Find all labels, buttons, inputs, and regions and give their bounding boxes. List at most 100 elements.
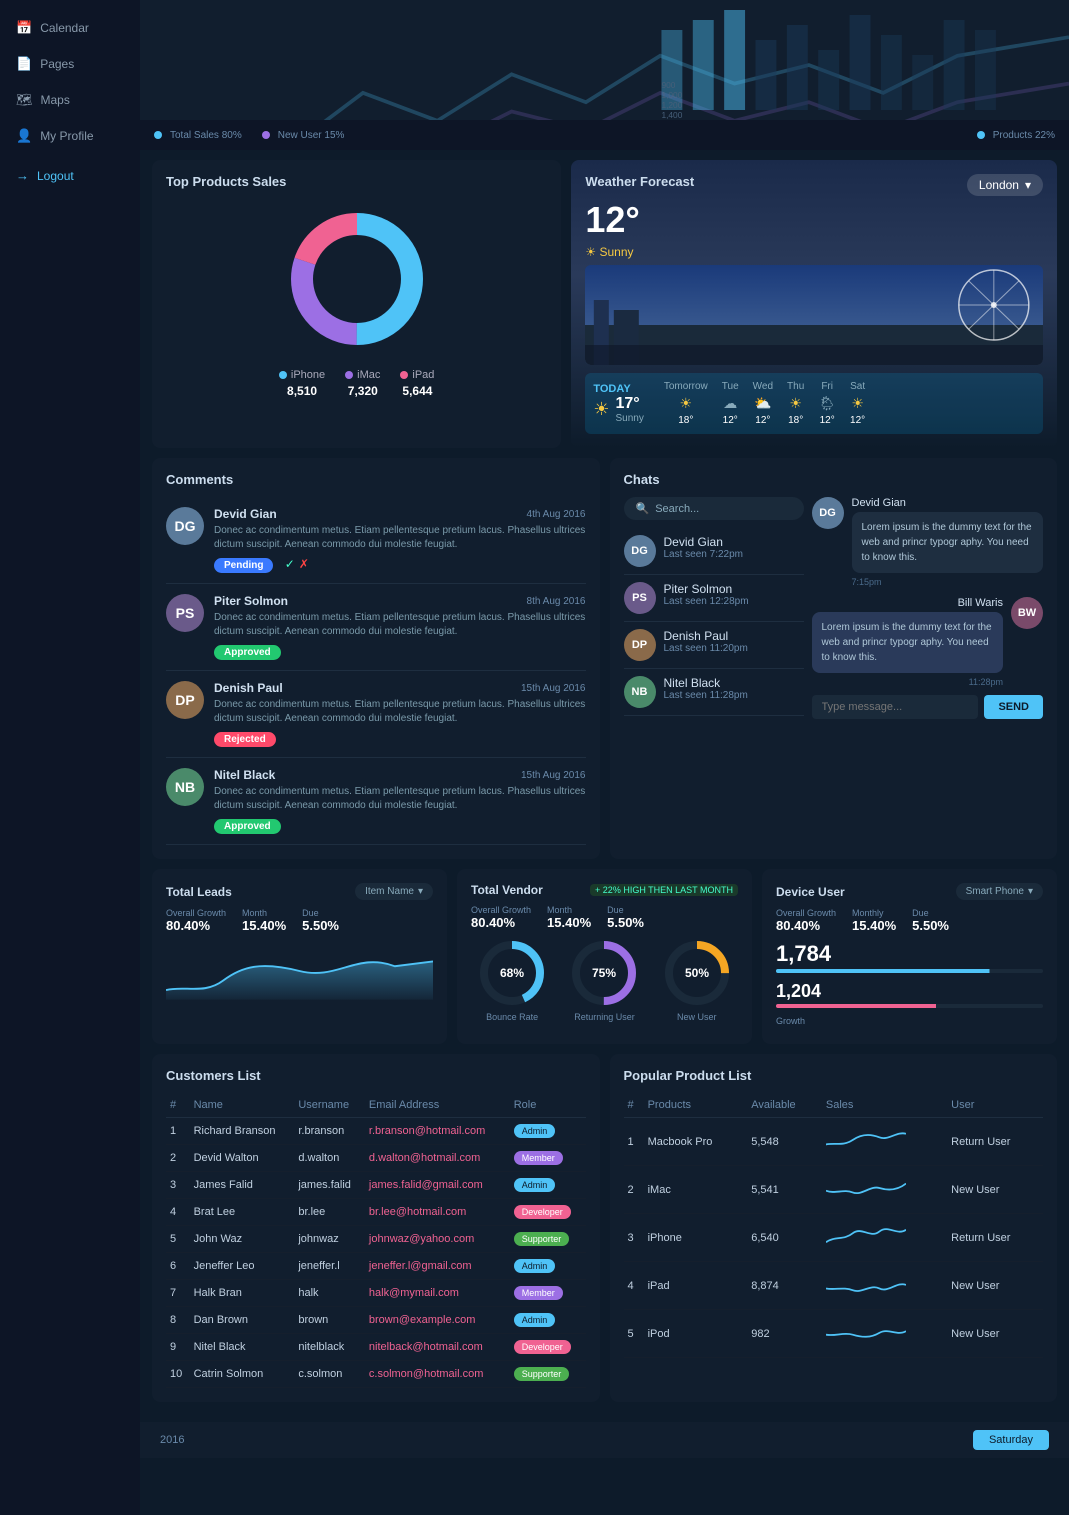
chat-search-bar[interactable]: 🔍 Search... — [624, 497, 804, 520]
vendor-title: Total Vendor — [471, 883, 543, 897]
chat-avatar-2: PS — [624, 582, 656, 614]
chat-input[interactable] — [812, 695, 979, 719]
cell-name: John Waz — [190, 1226, 295, 1253]
comment-date-1: 4th Aug 2016 — [527, 509, 586, 520]
forecast-day-label: Tomorrow — [664, 381, 708, 392]
comment-text-4: Donec ac condimentum metus. Etiam pellen… — [214, 785, 586, 813]
send-button[interactable]: SEND — [984, 695, 1043, 719]
pop-cell-num: 1 — [624, 1118, 644, 1166]
cell-name: Jeneffer Leo — [190, 1253, 295, 1280]
chat-contact-1[interactable]: DG Devid Gian Last seen 7:22pm — [624, 528, 804, 575]
cell-username: brown — [294, 1307, 365, 1334]
pop-col-products: Products — [644, 1093, 748, 1118]
approve-icon[interactable]: ✓ — [285, 557, 295, 571]
device-selector-label: Smart Phone — [966, 886, 1024, 897]
maps-icon: 🗺 — [16, 92, 33, 108]
device-due-value: 5.50% — [912, 918, 949, 933]
reject-icon[interactable]: ✗ — [299, 557, 309, 571]
cell-num: 3 — [166, 1172, 190, 1199]
imac-dot — [345, 371, 353, 379]
today-label: TODAY — [593, 383, 644, 395]
chat-avatar-4: NB — [624, 676, 656, 708]
comment-item-2: PS Piter Solmon 8th Aug 2016 Donec ac co… — [166, 584, 586, 671]
leads-selector-label: Item Name — [365, 886, 414, 897]
device-num1: 1,784 — [776, 941, 1043, 967]
chat-last-4: Last seen 11:28pm — [664, 690, 748, 701]
forecast-icon: ☀ — [680, 395, 693, 412]
cell-role: Admin — [510, 1307, 586, 1334]
chat-name-2: Piter Solmon — [664, 582, 749, 596]
sparkline-chart — [826, 1269, 906, 1299]
chat-bubble-avatar-1: DG — [812, 497, 844, 529]
cell-role: Admin — [510, 1118, 586, 1145]
pop-cell-product: iPad — [644, 1262, 748, 1310]
popular-products-card: Popular Product List # Products Availabl… — [610, 1054, 1058, 1402]
weather-condition: ☀ Sunny — [585, 245, 694, 259]
pop-cell-user: Return User — [947, 1118, 1043, 1166]
leads-selector[interactable]: Item Name ▾ — [355, 883, 433, 900]
chat-bubble-left: DG Devid Gian Lorem ipsum is the dummy t… — [812, 497, 1044, 587]
cell-name: Dan Brown — [190, 1307, 295, 1334]
sidebar-item-maps[interactable]: 🗺 Maps — [0, 82, 140, 118]
chat-messages: DG Devid Gian Lorem ipsum is the dummy t… — [812, 497, 1044, 719]
cell-username: james.falid — [294, 1172, 365, 1199]
cell-role: Member — [510, 1280, 586, 1307]
sidebar-item-label: Calendar — [40, 21, 89, 35]
list-item: 3 iPhone 6,540 Return User — [624, 1214, 1044, 1262]
total-vendor-card: Total Vendor + 22% HIGH THEN LAST MONTH … — [457, 869, 752, 1044]
chat-contact-2[interactable]: PS Piter Solmon Last seen 12:28pm — [624, 575, 804, 622]
comment-actions-1: ✓ ✗ — [285, 557, 309, 571]
weather-temp: 12° — [585, 199, 694, 241]
sidebar-item-profile[interactable]: 👤 My Profile — [0, 118, 140, 154]
status-item3: Products 22% — [993, 130, 1055, 141]
sidebar-item-label: My Profile — [40, 129, 93, 143]
pop-cell-user: New User — [947, 1310, 1043, 1358]
chat-contact-info-2: Piter Solmon Last seen 12:28pm — [664, 582, 749, 614]
status-badge-2: Approved — [214, 645, 281, 660]
pages-icon: 📄 — [16, 56, 32, 72]
customers-title: Customers List — [166, 1068, 586, 1083]
pop-cell-available: 982 — [747, 1310, 822, 1358]
chat-bubble-text-2: Lorem ipsum is the dummy text for the we… — [812, 612, 1004, 673]
vendor-gauges: 68% Bounce Rate 75% Returning User — [471, 938, 738, 1022]
row-top: Top Products Sales — [152, 160, 1057, 448]
comment-item-4: NB Nitel Black 15th Aug 2016 Donec ac co… — [166, 758, 586, 845]
pop-cell-user: New User — [947, 1262, 1043, 1310]
iphone-dot — [279, 371, 287, 379]
gauge-newuser-svg: 50% — [662, 938, 732, 1008]
imac-label: iMac — [357, 369, 380, 381]
chat-last-3: Last seen 11:20pm — [664, 643, 748, 654]
chat-contact-3[interactable]: DP Denish Paul Last seen 11:20pm — [624, 622, 804, 669]
sidebar-item-calendar[interactable]: 📅 Calendar — [0, 10, 140, 46]
total-leads-card: Total Leads Item Name ▾ Overall Growth 8… — [152, 869, 447, 1044]
sidebar-item-label: Pages — [40, 57, 74, 71]
sidebar-item-pages[interactable]: 📄 Pages — [0, 46, 140, 82]
table-row: 3 James Falid james.falid james.falid@gm… — [166, 1172, 586, 1199]
device-monthly-value: 15.40% — [852, 918, 896, 933]
forecast-temp: 18° — [678, 415, 693, 426]
chats-card: Chats 🔍 Search... DG Devid Gian Last see — [610, 458, 1058, 859]
chat-contact-4[interactable]: NB Nitel Black Last seen 11:28pm — [624, 669, 804, 716]
chats-contact-list: 🔍 Search... DG Devid Gian Last seen 7:22… — [624, 497, 804, 719]
comment-content-2: Piter Solmon 8th Aug 2016 Donec ac condi… — [214, 594, 586, 660]
status-bar: Total Sales 80% New User 15% Products 22… — [140, 120, 1069, 150]
footer-day-button[interactable]: Saturday — [973, 1430, 1049, 1450]
device-selector[interactable]: Smart Phone ▾ — [956, 883, 1043, 900]
city-selector[interactable]: London ▾ — [967, 174, 1043, 196]
comment-name-3: Denish Paul — [214, 681, 283, 695]
sparkline-chart — [826, 1173, 906, 1203]
svg-text:1,400: 1,400 — [661, 111, 682, 120]
customers-card: Customers List # Name Username Email Add… — [152, 1054, 600, 1402]
comment-name-2: Piter Solmon — [214, 594, 288, 608]
forecast-icon4: 🌦 — [818, 395, 836, 412]
cell-email: r.branson@hotmail.com — [365, 1118, 510, 1145]
chat-bubble-avatar-2: BW — [1011, 597, 1043, 629]
cell-username: johnwaz — [294, 1226, 365, 1253]
weather-image — [585, 265, 1043, 365]
forecast-fri: Fri 🌦 12° — [818, 381, 836, 426]
chat-bubble-time-2: 11:28pm — [812, 677, 1004, 687]
pop-cell-sales — [822, 1262, 947, 1310]
weather-header: Weather Forecast 12° ☀ Sunny London ▾ — [585, 174, 1043, 259]
leads-overall-value: 80.40% — [166, 918, 226, 933]
sidebar-item-logout[interactable]: → Logout — [0, 158, 140, 193]
